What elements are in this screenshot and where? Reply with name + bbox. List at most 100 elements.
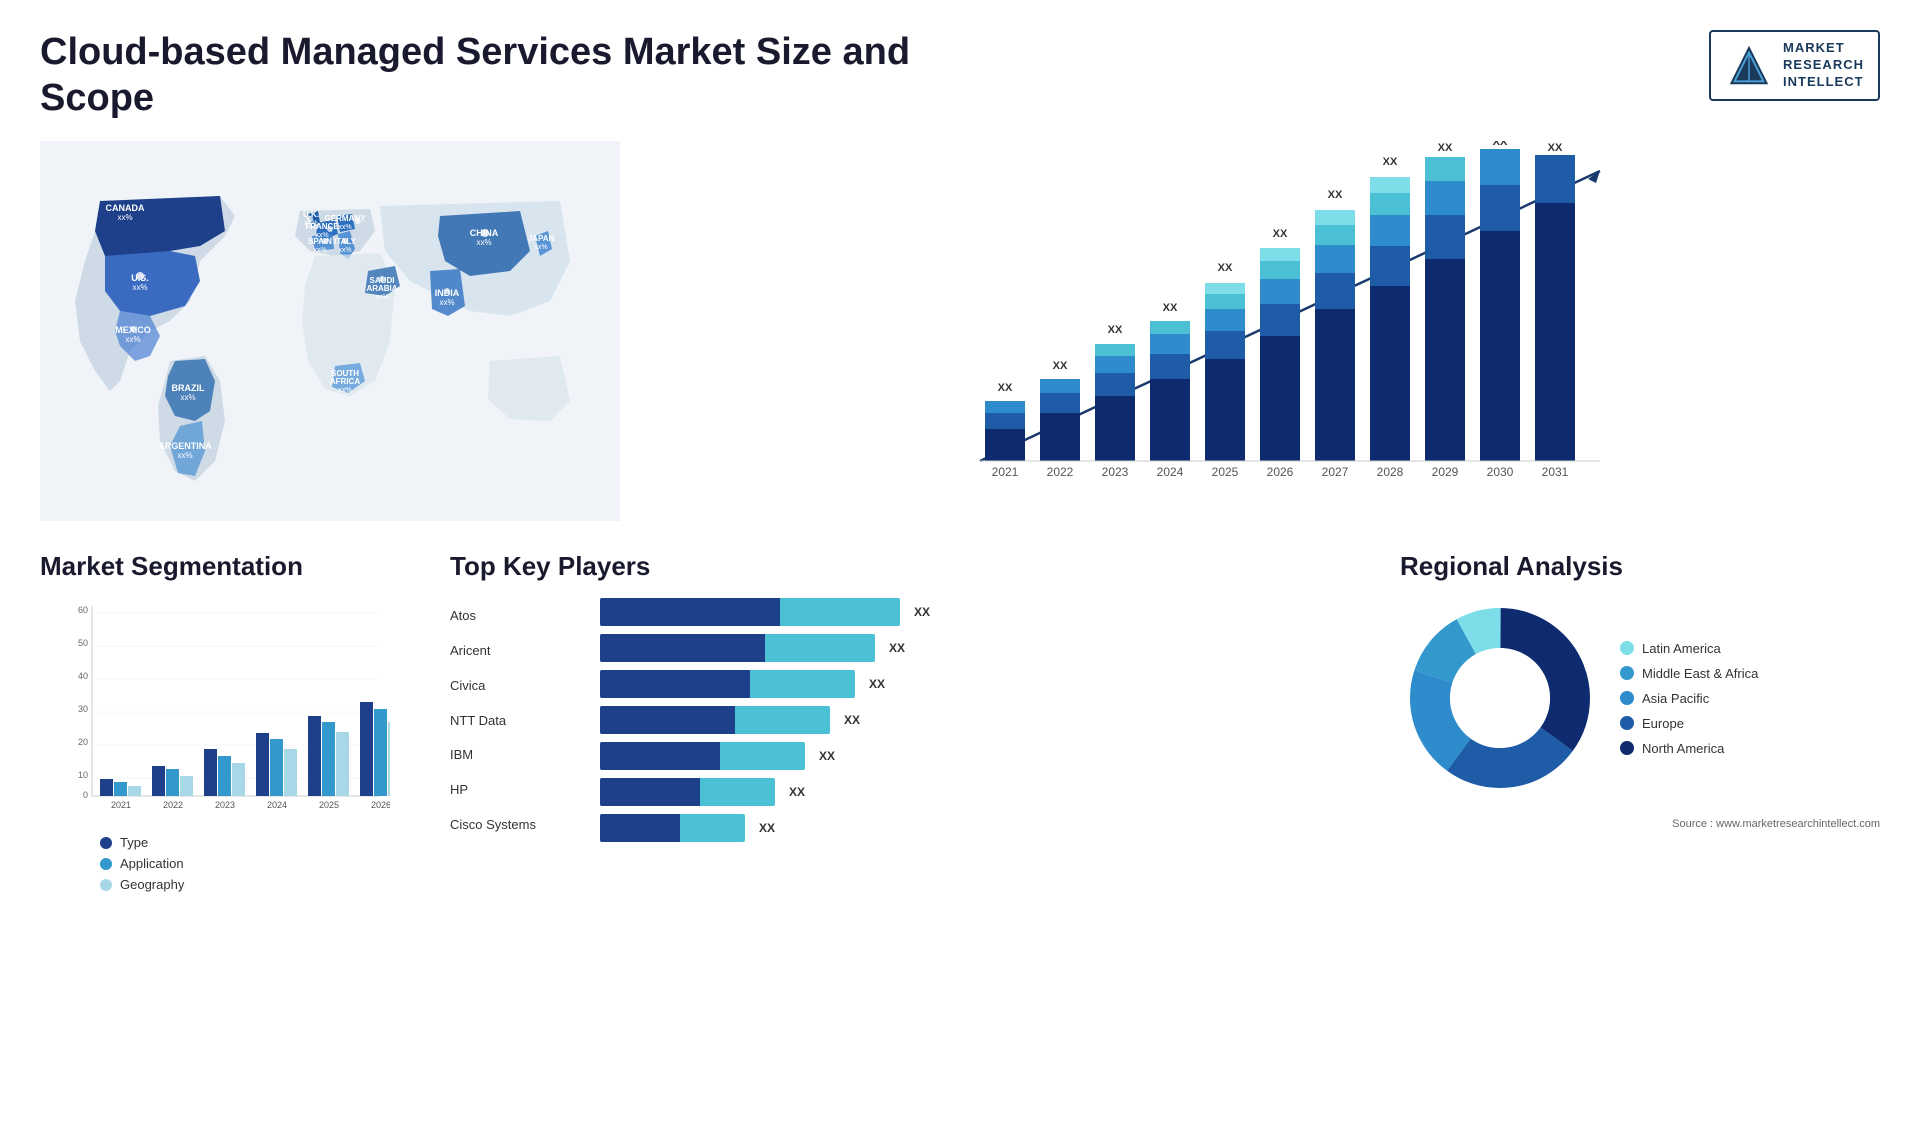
svg-text:xx%: xx% [177,451,192,460]
player-hp: HP [450,777,570,802]
logo: MARKET RESEARCH INTELLECT [1709,30,1880,101]
player-bar-cisco: XX [600,814,1370,842]
svg-text:ARGENTINA: ARGENTINA [158,441,212,451]
main-content: CANADA xx% U.S. xx% MEXICO xx% BRAZIL xx… [40,141,1880,892]
svg-text:xx%: xx% [534,244,547,251]
svg-text:2022: 2022 [163,800,183,810]
svg-text:XX: XX [1493,141,1508,148]
reg-legend-na: North America [1620,741,1758,756]
logo-icon [1725,41,1773,89]
svg-text:2021: 2021 [111,800,131,810]
legend-geography: Geography [100,877,420,892]
svg-text:JAPAN: JAPAN [528,234,555,243]
source-text: Source : www.marketresearchintellect.com [1400,818,1880,830]
player-civica: Civica [450,673,570,698]
reg-legend-mea: Middle East & Africa [1620,666,1758,681]
svg-text:60: 60 [78,605,88,615]
svg-text:SPAIN: SPAIN [308,237,332,246]
regional-legend: Latin America Middle East & Africa Asia … [1620,641,1758,756]
svg-text:2031: 2031 [1542,465,1569,479]
svg-text:XX: XX [1383,156,1398,168]
map-container: CANADA xx% U.S. xx% MEXICO xx% BRAZIL xx… [40,141,620,521]
svg-text:20: 20 [78,737,88,747]
segmentation-chart: 60 50 40 30 20 10 0 [70,598,390,818]
apac-color [1620,691,1634,705]
svg-text:ARABIA: ARABIA [366,284,397,293]
svg-text:2022: 2022 [1047,465,1074,479]
reg-legend-apac: Asia Pacific [1620,691,1758,706]
svg-text:xx%: xx% [375,294,388,301]
player-bar-ibm: XX [600,742,1370,770]
players-list: Atos Aricent Civica NTT Data IBM HP Cisc… [450,598,1370,842]
map-section: CANADA xx% U.S. xx% MEXICO xx% BRAZIL xx… [40,141,640,521]
svg-text:2030: 2030 [1487,465,1514,479]
svg-text:xx%: xx% [338,387,351,394]
player-bar-aricent: XX [600,634,1370,662]
svg-text:xx%: xx% [180,393,195,402]
svg-text:0: 0 [83,790,88,800]
svg-text:CANADA: CANADA [106,203,145,213]
player-bar-nttdata: XX [600,706,1370,734]
na-color [1620,741,1634,755]
svg-text:XX: XX [1328,189,1343,201]
regional-content: Latin America Middle East & Africa Asia … [1400,598,1880,798]
svg-text:BRAZIL: BRAZIL [172,383,205,393]
players-names-list: Atos Aricent Civica NTT Data IBM HP Cisc… [450,598,570,842]
application-color [100,858,112,870]
bottom-section: Market Segmentation 60 50 40 30 20 10 0 [40,551,1880,892]
svg-text:xx%: xx% [125,335,140,344]
europe-color [1620,716,1634,730]
svg-text:40: 40 [78,671,88,681]
svg-text:2023: 2023 [1102,465,1129,479]
svg-text:xx%: xx% [117,213,132,222]
svg-text:2025: 2025 [319,800,339,810]
regional-title: Regional Analysis [1400,551,1880,582]
svg-text:xx%: xx% [439,298,454,307]
page-header: Cloud-based Managed Services Market Size… [40,30,1880,121]
segmentation-section: Market Segmentation 60 50 40 30 20 10 0 [40,551,420,892]
logo-text: MARKET RESEARCH INTELLECT [1783,40,1864,91]
bar-chart-section: XX 2021 XX 2022 XX 2023 [660,141,1880,521]
player-bar-hp: XX [600,778,1370,806]
players-bars-list: XX XX [600,598,1370,842]
svg-text:XX: XX [1108,324,1123,336]
player-ibm: IBM [450,742,570,767]
world-map: CANADA xx% U.S. xx% MEXICO xx% BRAZIL xx… [40,141,620,521]
regional-section: Regional Analysis [1400,551,1880,892]
svg-text:xx%: xx% [313,247,326,254]
svg-text:2025: 2025 [1212,465,1239,479]
svg-text:2026: 2026 [371,800,390,810]
player-bar-civica: XX [600,670,1370,698]
svg-text:XX: XX [1053,360,1068,372]
players-section: Top Key Players Atos Aricent Civica NTT … [450,551,1370,892]
reg-legend-latin: Latin America [1620,641,1758,656]
svg-text:30: 30 [78,704,88,714]
svg-text:AFRICA: AFRICA [330,377,360,386]
player-cisco: Cisco Systems [450,812,570,837]
svg-text:2023: 2023 [215,800,235,810]
latin-color [1620,641,1634,655]
svg-text:xx%: xx% [476,238,491,247]
legend-type: Type [100,835,420,850]
page-title: Cloud-based Managed Services Market Size… [40,30,940,121]
player-nttdata: NTT Data [450,708,570,733]
svg-text:XX: XX [998,382,1013,394]
svg-text:2024: 2024 [1157,465,1184,479]
type-color [100,837,112,849]
svg-text:10: 10 [78,770,88,780]
bar-chart-container: XX 2021 XX 2022 XX 2023 [660,141,1880,521]
svg-text:xx%: xx% [132,283,147,292]
segmentation-legend: Type Application Geography [100,835,420,892]
reg-legend-europe: Europe [1620,716,1758,731]
svg-text:xx%: xx% [338,224,351,231]
svg-text:xx%: xx% [338,247,351,254]
svg-text:2021: 2021 [992,465,1019,479]
segmentation-title: Market Segmentation [40,551,420,582]
svg-text:2026: 2026 [1267,465,1294,479]
svg-text:2028: 2028 [1377,465,1404,479]
svg-text:XX: XX [1218,262,1233,274]
svg-text:50: 50 [78,638,88,648]
svg-text:XX: XX [1438,142,1453,154]
svg-text:2024: 2024 [267,800,287,810]
donut-chart [1400,598,1600,798]
